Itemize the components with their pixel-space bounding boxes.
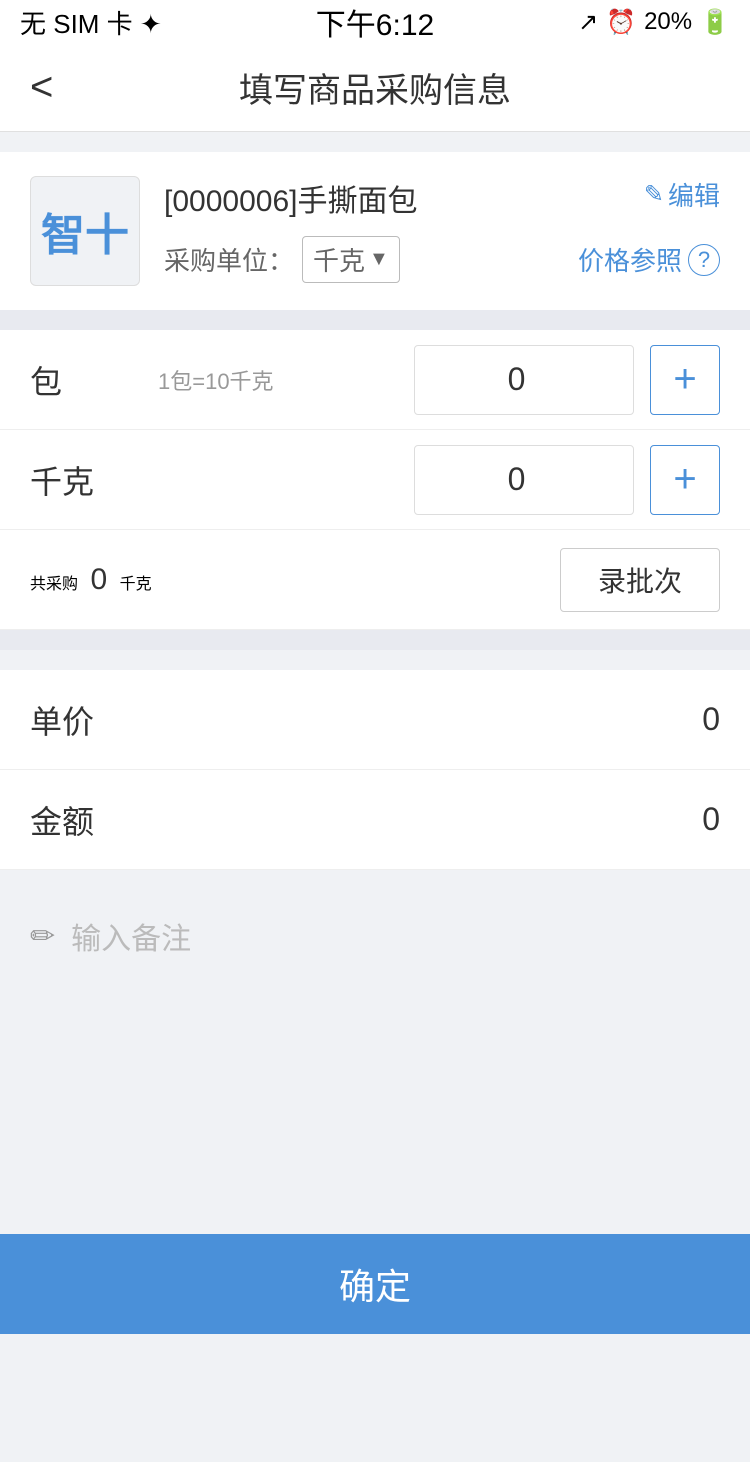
confirm-button[interactable]: 确定: [0, 1234, 750, 1334]
plus-icon-kg: +: [673, 457, 696, 502]
edit-icon: ✎: [644, 180, 664, 209]
unit-price-label: 单价: [30, 697, 94, 743]
unit-label: 采购单位： 千克 ▼: [164, 236, 400, 283]
batch-button[interactable]: 录批次: [560, 548, 720, 612]
unit-price-value: 0: [702, 701, 720, 738]
kg-input-right: +: [150, 445, 720, 515]
location-icon: ↗: [578, 8, 598, 37]
batch-button-label: 录批次: [598, 560, 682, 600]
status-right-icons: ↗ ⏰ 20% 🔋: [578, 8, 730, 37]
product-unit-row: 采购单位： 千克 ▼ 价格参照 ?: [164, 236, 720, 283]
edit-link[interactable]: ✎ 编辑: [644, 176, 720, 213]
total-text: 共采购 0 千克: [30, 563, 152, 597]
price-ref-text: 价格参照: [578, 241, 682, 278]
amount-row: 金额 0: [0, 770, 750, 870]
product-image: 智十: [30, 176, 140, 286]
pencil-icon: ✏: [30, 919, 55, 954]
input-section: 包 1包=10千克 + 千克 + 共采购 0: [0, 330, 750, 630]
total-amount: 0: [90, 563, 107, 596]
battery-icon: 🔋: [700, 8, 730, 37]
chevron-down-icon: ▼: [369, 248, 389, 271]
kg-input[interactable]: [414, 445, 634, 515]
bao-input-right: +: [274, 345, 720, 415]
bao-label: 包: [30, 357, 150, 403]
total-unit: 千克: [120, 576, 152, 593]
price-section: 单价 0 金额 0: [0, 670, 750, 870]
confirm-button-label: 确定: [339, 1258, 411, 1310]
product-card: 智十 [0000006]手撕面包 ✎ 编辑 采购单位： 千克 ▼: [0, 152, 750, 310]
alarm-icon: ⏰: [606, 8, 636, 37]
separator-1: [0, 310, 750, 330]
nav-bar: < 填写商品采购信息: [0, 44, 750, 132]
total-label: 共采购: [30, 576, 78, 593]
unit-label-text: 采购单位：: [164, 241, 294, 278]
product-image-logo: 智十: [41, 199, 129, 263]
battery-level: 20%: [644, 8, 692, 36]
status-bar: 无 SIM 卡 ✦ 下午6:12 ↗ ⏰ 20% 🔋: [0, 0, 750, 44]
kg-label: 千克: [30, 457, 150, 503]
total-row: 共采购 0 千克 录批次: [0, 530, 750, 630]
product-info: [0000006]手撕面包 ✎ 编辑 采购单位： 千克 ▼ 价格参照 ?: [164, 176, 720, 283]
help-icon: ?: [688, 244, 720, 276]
notes-section[interactable]: ✏ 输入备注: [0, 890, 750, 982]
plus-icon: +: [673, 357, 696, 402]
unit-select-wrapper[interactable]: 千克 ▼: [302, 236, 400, 283]
status-network: 无 SIM 卡 ✦: [20, 4, 162, 41]
back-button[interactable]: <: [30, 65, 53, 110]
bao-input[interactable]: [414, 345, 634, 415]
page-title: 填写商品采购信息: [239, 63, 511, 112]
price-ref-link[interactable]: 价格参照 ?: [578, 241, 720, 278]
kg-row: 千克 +: [0, 430, 750, 530]
bao-plus-button[interactable]: +: [650, 345, 720, 415]
kg-plus-button[interactable]: +: [650, 445, 720, 515]
product-info-top: [0000006]手撕面包 ✎ 编辑: [164, 176, 720, 220]
status-time: 下午6:12: [316, 0, 434, 44]
separator-2: [0, 630, 750, 650]
bao-sublabel: 1包=10千克: [158, 364, 274, 396]
unit-price-row: 单价 0: [0, 670, 750, 770]
unit-value: 千克: [313, 241, 365, 278]
notes-placeholder: 输入备注: [71, 914, 191, 958]
edit-label: 编辑: [668, 176, 720, 213]
product-name: [0000006]手撕面包: [164, 176, 417, 220]
amount-value: 0: [702, 801, 720, 838]
amount-label: 金额: [30, 797, 94, 843]
bao-row: 包 1包=10千克 +: [0, 330, 750, 430]
